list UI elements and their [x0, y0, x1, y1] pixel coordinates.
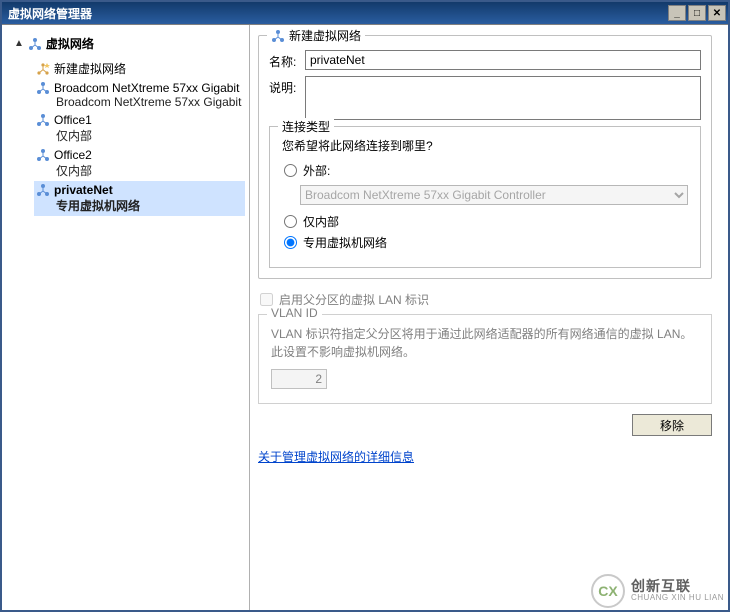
radio-internal[interactable]: 仅内部 — [284, 213, 688, 230]
tree-item-sub: 仅内部 — [36, 162, 243, 179]
radio-external-input[interactable] — [284, 164, 297, 177]
watermark-logo: CX — [591, 574, 625, 608]
tree-item-sub: 仅内部 — [36, 127, 243, 144]
tree-item-label: Office1 — [54, 113, 92, 127]
collapse-arrow-icon: ▲ — [14, 38, 24, 49]
desc-label: 说明: — [269, 76, 305, 96]
group-legend-text: 新建虚拟网络 — [289, 27, 361, 44]
help-link[interactable]: 关于管理虚拟网络的详细信息 — [258, 448, 414, 465]
network-icon — [28, 37, 42, 51]
minimize-button[interactable]: _ — [668, 5, 686, 21]
network-icon — [36, 81, 50, 95]
tree-list: 新建虚拟网络 Broadcom NetXtreme 57xx Gigabit .… — [14, 58, 245, 216]
titlebar-title: 虚拟网络管理器 — [8, 5, 666, 22]
connection-type-group: 连接类型 您希望将此网络连接到哪里? 外部: Broadcom NetXtrem… — [269, 126, 701, 268]
tree-item-sub: 专用虚拟机网络 — [36, 197, 243, 214]
vlan-desc: VLAN 标识符指定父分区将用于通过此网络适配器的所有网络通信的虚拟 LAN。此… — [271, 325, 699, 361]
close-button[interactable]: ✕ — [708, 5, 726, 21]
radio-external-label: 外部: — [303, 162, 330, 179]
tree-item-new-network[interactable]: 新建虚拟网络 — [34, 58, 245, 79]
remove-row: 移除 — [258, 414, 712, 436]
tree-item-broadcom[interactable]: Broadcom NetXtreme 57xx Gigabit ... Broa… — [34, 79, 245, 111]
radio-internal-label: 仅内部 — [303, 213, 339, 230]
tree-header[interactable]: ▲ 虚拟网络 — [14, 35, 245, 52]
watermark: CX 创新互联 CHUANG XIN HU LIAN — [591, 574, 724, 608]
vlan-enable-checkbox: 启用父分区的虚拟 LAN 标识 — [260, 291, 712, 308]
tree-item-sub: Broadcom NetXtreme 57xx Gigabit ... — [36, 95, 243, 109]
client-area: ▲ 虚拟网络 新建虚拟网络 — [2, 24, 728, 610]
radio-private[interactable]: 专用虚拟机网络 — [284, 234, 688, 251]
radio-private-label: 专用虚拟机网络 — [303, 234, 387, 251]
radio-external[interactable]: 外部: — [284, 162, 688, 179]
window-frame: 虚拟网络管理器 _ □ ✕ ▲ 虚拟网络 新建虚拟网络 — [0, 0, 730, 612]
vlan-id-group: VLAN ID VLAN 标识符指定父分区将用于通过此网络适配器的所有网络通信的… — [258, 314, 712, 404]
maximize-button[interactable]: □ — [688, 5, 706, 21]
tree-item-label: Office2 — [54, 148, 92, 162]
vlan-enable-input — [260, 293, 273, 306]
nic-select-wrap: Broadcom NetXtreme 57xx Gigabit Controll… — [300, 185, 688, 205]
titlebar: 虚拟网络管理器 _ □ ✕ — [2, 2, 728, 24]
desc-row: 说明: — [269, 76, 701, 120]
right-pane: 新建虚拟网络 名称: 说明: 连接类型 您希望将此网络连接到哪里? 外部: — [250, 25, 728, 610]
name-row: 名称: — [269, 50, 701, 70]
network-icon — [36, 183, 50, 197]
network-icon — [271, 29, 285, 43]
desc-input[interactable] — [305, 76, 701, 120]
connection-question: 您希望将此网络连接到哪里? — [282, 137, 688, 154]
radio-internal-input[interactable] — [284, 215, 297, 228]
connection-type-legend: 连接类型 — [278, 118, 334, 135]
group-legend: 新建虚拟网络 — [267, 27, 365, 44]
tree-item-privatenet[interactable]: privateNet 专用虚拟机网络 — [34, 181, 245, 216]
vlan-id-legend: VLAN ID — [267, 306, 322, 320]
network-properties-group: 新建虚拟网络 名称: 说明: 连接类型 您希望将此网络连接到哪里? 外部: — [258, 35, 712, 279]
name-label: 名称: — [269, 50, 305, 70]
watermark-zh: 创新互联 — [631, 579, 724, 594]
nic-select: Broadcom NetXtreme 57xx Gigabit Controll… — [300, 185, 688, 205]
network-icon — [36, 148, 50, 162]
watermark-py: CHUANG XIN HU LIAN — [631, 594, 724, 603]
name-input[interactable] — [305, 50, 701, 70]
tree-item-office2[interactable]: Office2 仅内部 — [34, 146, 245, 181]
remove-button[interactable]: 移除 — [632, 414, 712, 436]
tree-header-label: 虚拟网络 — [46, 35, 94, 52]
vlan-id-input — [271, 369, 327, 389]
new-star-icon — [36, 62, 50, 76]
tree-item-label: 新建虚拟网络 — [54, 60, 126, 77]
left-pane: ▲ 虚拟网络 新建虚拟网络 — [2, 25, 250, 610]
tree-item-label: privateNet — [54, 183, 113, 197]
network-icon — [36, 113, 50, 127]
watermark-text: 创新互联 CHUANG XIN HU LIAN — [631, 579, 724, 603]
tree-item-office1[interactable]: Office1 仅内部 — [34, 111, 245, 146]
tree-item-label: Broadcom NetXtreme 57xx Gigabit ... — [54, 81, 243, 95]
radio-private-input[interactable] — [284, 236, 297, 249]
